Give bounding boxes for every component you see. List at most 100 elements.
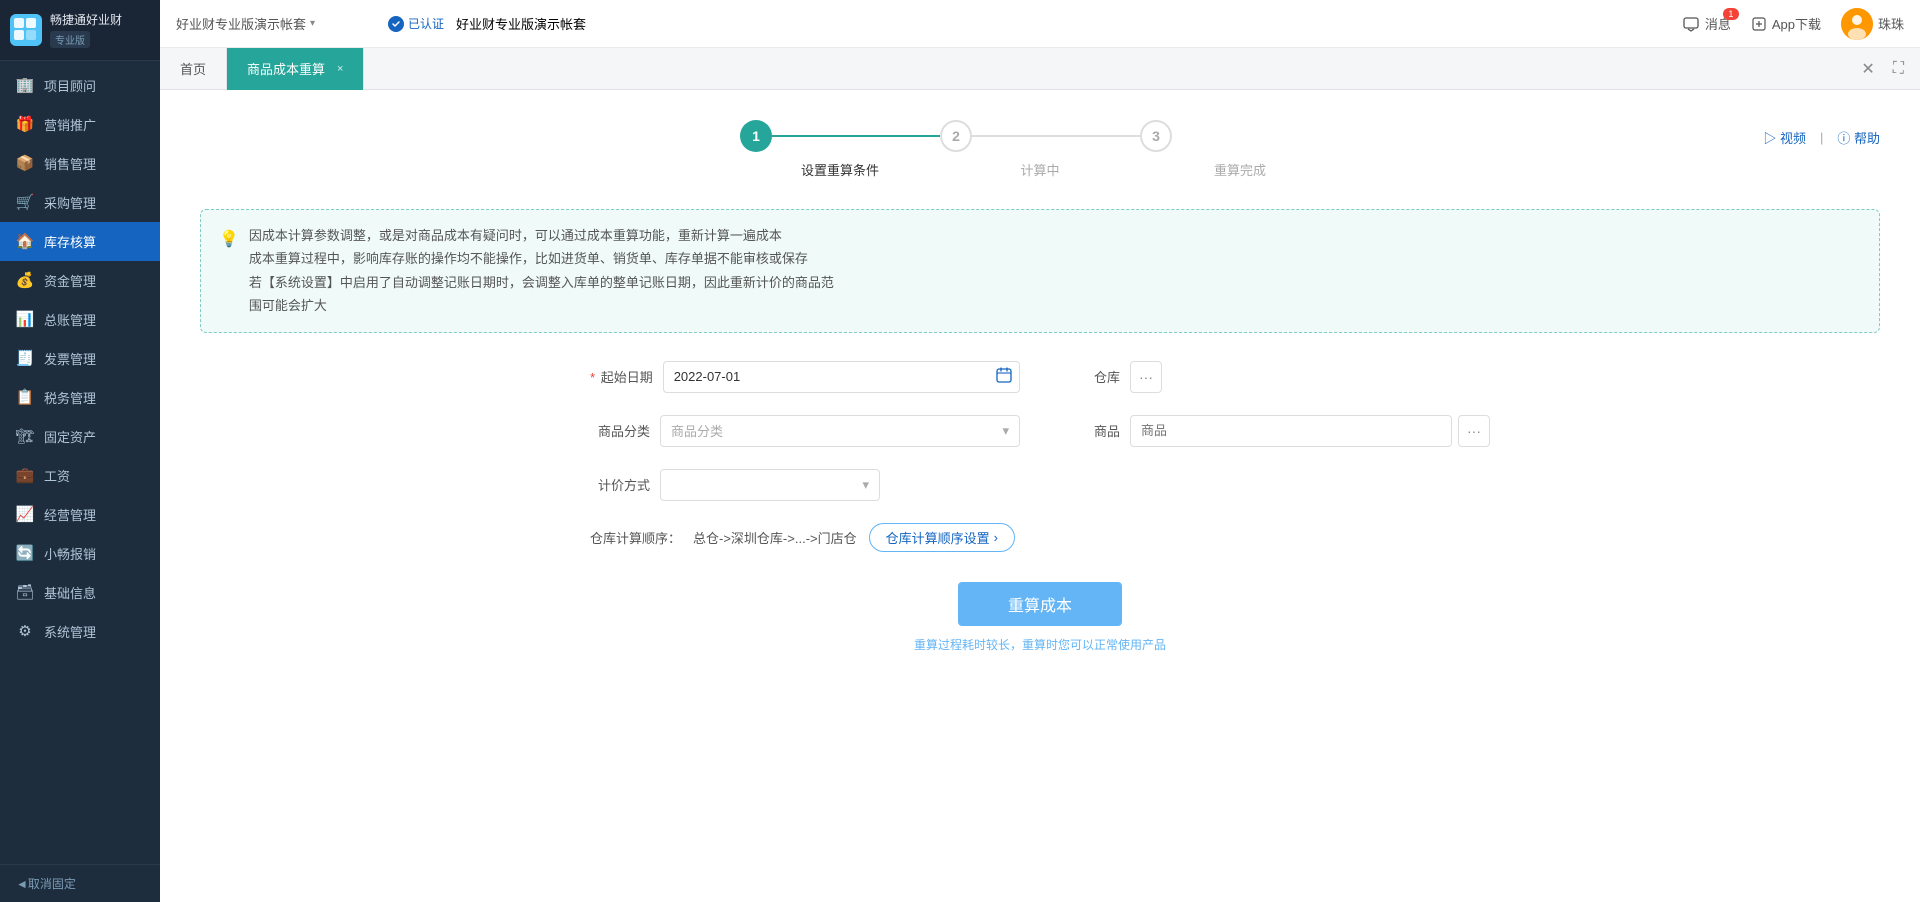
purchase-icon: 🛒 (16, 193, 34, 211)
warehouse-sequence-row: 仓库计算顺序： 总仓->深圳仓库->...->门店仓 仓库计算顺序设置 › (590, 523, 1490, 552)
topbar: 好业财专业版演示帐套 ▾ 已认证 好业财专业版演示帐套 消息 1 App下载 (160, 0, 1920, 48)
info-content: 因成本计算参数调整，或是对商品成本有疑问时，可以通过成本重算功能，重新计算一遍成… (249, 224, 834, 318)
warehouse-label: 仓库 (1060, 367, 1120, 386)
info-line-2: 成本重算过程中，影响库存账的操作均不能操作，比如进货单、销货单、库存单据不能审核… (249, 247, 834, 270)
pricing-select[interactable]: ▾ (660, 469, 880, 501)
pricing-label: 计价方式 (590, 475, 650, 494)
step-2-circle: 2 (940, 120, 972, 152)
sidebar-item-system[interactable]: ⚙ 系统管理 (0, 612, 160, 651)
sidebar-item-label: 工资 (44, 466, 70, 485)
category-select[interactable]: 商品分类 ▾ (660, 415, 1020, 447)
inventory-icon: 🏠 (16, 232, 34, 250)
sidebar-item-invoice[interactable]: 🧾 发票管理 (0, 339, 160, 378)
username: 珠珠 (1878, 14, 1904, 33)
sidebar-item-label: 采购管理 (44, 193, 96, 212)
tab-close-icon[interactable]: × (337, 63, 343, 75)
basic-icon: 🗃 (16, 583, 34, 601)
sidebar-item-label: 销售管理 (44, 154, 96, 173)
sidebar-item-expense[interactable]: 🔄 小畅报销 (0, 534, 160, 573)
sidebar: 畅捷通好业财 专业版 🏢 项目顾问 🎁 营销推广 📦 销售管理 🛒 采购管理 🏠… (0, 0, 160, 902)
user-avatar-button[interactable]: 珠珠 (1841, 8, 1904, 40)
sidebar-item-label: 固定资产 (44, 427, 96, 446)
form-group-start-date: * * 起始日期起始日期 (590, 361, 1020, 393)
sidebar-item-label: 经营管理 (44, 505, 96, 524)
step-1: 1 设置重算条件 (740, 120, 940, 179)
step-2: 2 计算中 (940, 120, 1140, 179)
invoice-icon: 🧾 (16, 349, 34, 367)
expand-window-button[interactable]: ⛶ (1889, 56, 1908, 82)
operations-icon: 📈 (16, 505, 34, 523)
sidebar-item-tax[interactable]: 📋 税务管理 (0, 378, 160, 417)
help-link[interactable]: ⓘ 帮助 (1837, 128, 1880, 147)
main-area: 好业财专业版演示帐套 ▾ 已认证 好业财专业版演示帐套 消息 1 App下载 (160, 0, 1920, 902)
sidebar-item-sales[interactable]: 📦 销售管理 (0, 144, 160, 183)
step-1-label: 设置重算条件 (801, 160, 879, 179)
sidebar-item-assets[interactable]: 🏗 固定资产 (0, 417, 160, 456)
chevron-down-icon: ▾ (862, 477, 869, 493)
sidebar-item-project[interactable]: 🏢 项目顾问 (0, 66, 160, 105)
sidebar-item-label: 基础信息 (44, 583, 96, 602)
form-group-pricing: 计价方式 ▾ (590, 469, 1020, 501)
sidebar-item-label: 小畅报销 (44, 544, 96, 563)
app-download-label: App下载 (1772, 14, 1821, 33)
start-date-input[interactable] (663, 361, 1020, 393)
product-ellipsis-button[interactable]: ··· (1458, 415, 1490, 447)
form-section: * * 起始日期起始日期 仓库 ··· (590, 361, 1490, 653)
product-label: 商品 (1060, 421, 1120, 440)
category-placeholder: 商品分类 (671, 421, 723, 440)
start-date-label: * * 起始日期起始日期 (590, 367, 653, 386)
app-download-button[interactable]: App下载 (1751, 14, 1821, 33)
sidebar-item-finance[interactable]: 💰 资金管理 (0, 261, 160, 300)
close-window-button[interactable]: ✕ (1857, 55, 1878, 83)
tab-home[interactable]: 首页 (160, 48, 227, 90)
sidebar-item-label: 库存核算 (44, 232, 96, 251)
sidebar-item-label: 总账管理 (44, 310, 96, 329)
sidebar-item-payroll[interactable]: 💼 工资 (0, 456, 160, 495)
tax-icon: 📋 (16, 388, 34, 406)
form-row-2: 商品分类 商品分类 ▾ 商品 ··· (590, 415, 1490, 447)
sidebar-unpin-button[interactable]: ◄取消固定 (0, 864, 160, 902)
message-button[interactable]: 消息 1 (1682, 14, 1731, 33)
tab-cost-recalc[interactable]: 商品成本重算 × (227, 48, 364, 90)
recalc-button[interactable]: 重算成本 (958, 582, 1122, 626)
notification-badge: 1 (1723, 8, 1739, 20)
sales-icon: 📦 (16, 154, 34, 172)
calendar-icon[interactable] (996, 367, 1012, 386)
sidebar-item-label: 营销推广 (44, 115, 96, 134)
stepper: 1 设置重算条件 2 计算中 3 重算完成 ▷ 视频 (200, 120, 1880, 179)
app-title: 畅捷通好业财 (50, 12, 122, 29)
video-link[interactable]: ▷ 视频 (1763, 128, 1806, 147)
step-2-line (972, 135, 1140, 137)
warehouse-seq-label: 仓库计算顺序： (590, 528, 681, 547)
sidebar-item-basic[interactable]: 🗃 基础信息 (0, 573, 160, 612)
sidebar-item-inventory[interactable]: 🏠 库存核算 (0, 222, 160, 261)
sidebar-item-marketing[interactable]: 🎁 营销推广 (0, 105, 160, 144)
warehouse-seq-value: 总仓->深圳仓库->...->门店仓 (693, 528, 857, 547)
sidebar-item-label: 项目顾问 (44, 76, 96, 95)
warehouse-seq-settings-button[interactable]: 仓库计算顺序设置 › (869, 523, 1015, 552)
verified-icon (388, 16, 404, 32)
chevron-down-icon: ▾ (1002, 423, 1009, 439)
content-area: 1 设置重算条件 2 计算中 3 重算完成 ▷ 视频 (160, 90, 1920, 902)
account-display-name: 好业财专业版演示帐套 (456, 14, 586, 33)
tab-home-label: 首页 (180, 59, 206, 78)
stepper-help-actions: ▷ 视频 | ⓘ 帮助 (1763, 128, 1880, 147)
user-avatar (1841, 8, 1873, 40)
sidebar-item-operations[interactable]: 📈 经营管理 (0, 495, 160, 534)
account-name: 好业财专业版演示帐套 (176, 14, 306, 33)
account-selector[interactable]: 好业财专业版演示帐套 ▾ (176, 14, 376, 33)
info-line-3: 若【系统设置】中启用了自动调整记账日期时，会调整入库单的整单记账日期，因此重新计… (249, 271, 834, 294)
info-line-1: 因成本计算参数调整，或是对商品成本有疑问时，可以通过成本重算功能，重新计算一遍成… (249, 224, 834, 247)
sidebar-item-accounting[interactable]: 📊 总账管理 (0, 300, 160, 339)
topbar-right: 消息 1 App下载 珠珠 (1682, 8, 1904, 40)
step-1-line (772, 135, 940, 137)
info-line-4: 围可能会扩大 (249, 294, 834, 317)
system-icon: ⚙ (16, 622, 34, 640)
sidebar-item-purchase[interactable]: 🛒 采购管理 (0, 183, 160, 222)
form-row-1: * * 起始日期起始日期 仓库 ··· (590, 361, 1490, 393)
product-input[interactable] (1130, 415, 1452, 447)
verified-badge: 已认证 (388, 15, 444, 32)
marketing-icon: 🎁 (16, 115, 34, 133)
step-1-circle: 1 (740, 120, 772, 152)
warehouse-ellipsis-button[interactable]: ··· (1130, 361, 1162, 393)
